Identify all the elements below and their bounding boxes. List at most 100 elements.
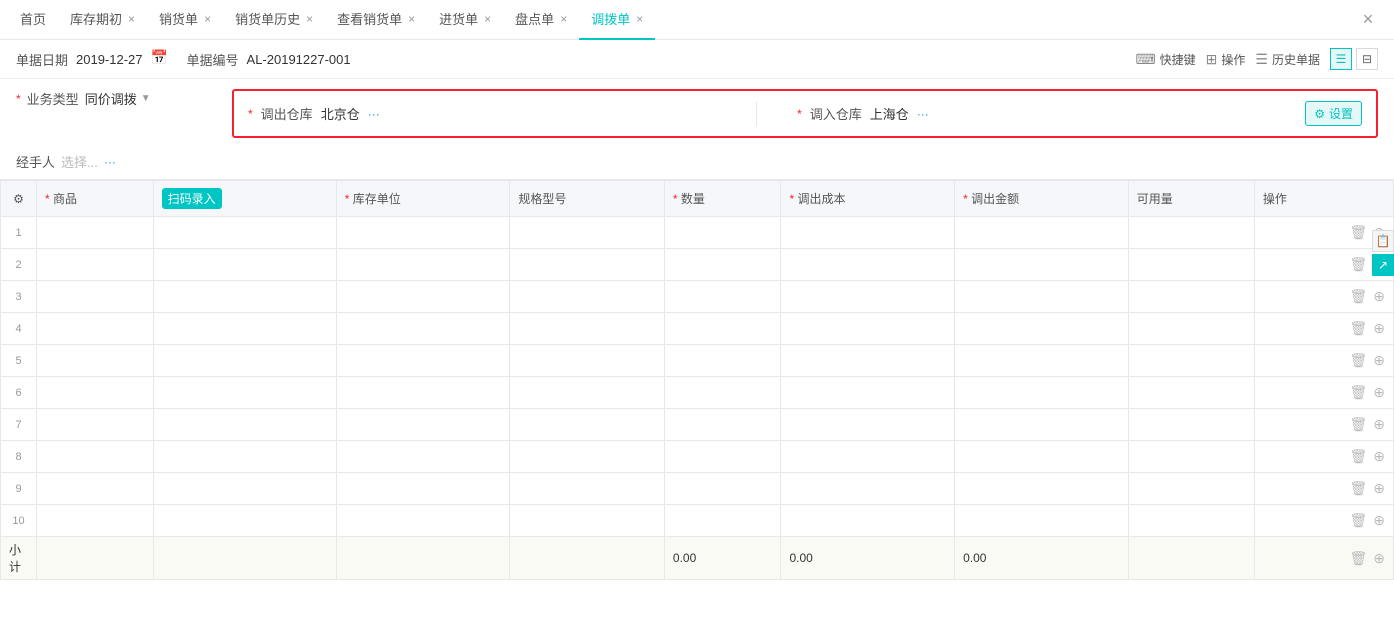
delete-row-icon[interactable]: 🗑 [1349, 256, 1367, 272]
row-spec[interactable] [510, 217, 665, 249]
expand-button[interactable]: ↗ [1372, 254, 1394, 276]
operations-button[interactable]: ⊞ 操作 [1206, 51, 1246, 68]
row-transfer-amount[interactable] [955, 249, 1129, 281]
scan-button[interactable]: 扫码录入 [162, 188, 222, 209]
tab-transfer[interactable]: 调拨单 × [579, 0, 655, 40]
row-quantity[interactable] [664, 473, 781, 505]
row-stock-unit[interactable] [336, 281, 510, 313]
row-spec[interactable] [510, 441, 665, 473]
in-warehouse-more[interactable]: ··· [917, 107, 929, 121]
row-product[interactable] [37, 409, 154, 441]
row-spec[interactable] [510, 345, 665, 377]
delete-row-icon[interactable]: 🗑 [1349, 512, 1367, 528]
row-transfer-cost[interactable] [781, 281, 955, 313]
row-transfer-amount[interactable] [955, 409, 1129, 441]
history-button[interactable]: ☰ 历史单据 [1255, 51, 1320, 68]
tab-inventory-init[interactable]: 库存期初 × [58, 0, 147, 40]
copy-row-icon[interactable]: ⊕ [1373, 480, 1385, 496]
row-transfer-amount[interactable] [955, 505, 1129, 537]
row-spec[interactable] [510, 377, 665, 409]
delete-row-icon[interactable]: 🗑 [1349, 224, 1367, 240]
setting-button[interactable]: ⚙ 设置 [1305, 101, 1362, 126]
row-transfer-amount[interactable] [955, 313, 1129, 345]
row-transfer-amount[interactable] [955, 281, 1129, 313]
row-stock-unit[interactable] [336, 249, 510, 281]
row-spec[interactable] [510, 505, 665, 537]
tab-sales-history[interactable]: 销货单历史 × [223, 0, 325, 40]
tab-sales-order[interactable]: 销货单 × [147, 0, 223, 40]
person-select[interactable]: 选择... [61, 152, 98, 171]
row-quantity[interactable] [664, 217, 781, 249]
row-stock-unit[interactable] [336, 345, 510, 377]
row-spec[interactable] [510, 473, 665, 505]
row-product[interactable] [37, 377, 154, 409]
tab-view-sales-close[interactable]: × [408, 12, 415, 26]
row-product[interactable] [37, 249, 154, 281]
row-spec[interactable] [510, 409, 665, 441]
row-stock-unit[interactable] [336, 217, 510, 249]
row-transfer-cost[interactable] [781, 473, 955, 505]
tab-stocktake-close[interactable]: × [560, 12, 567, 26]
delete-row-icon[interactable]: 🗑 [1349, 288, 1367, 304]
row-stock-unit[interactable] [336, 441, 510, 473]
row-quantity[interactable] [664, 409, 781, 441]
row-quantity[interactable] [664, 249, 781, 281]
business-type-select[interactable]: 同价调拨 ▼ [85, 89, 151, 108]
copy-row-icon[interactable]: ⊕ [1373, 416, 1385, 432]
row-quantity[interactable] [664, 281, 781, 313]
row-transfer-amount[interactable] [955, 441, 1129, 473]
shortcuts-button[interactable]: ⌨ 快捷键 [1135, 51, 1195, 68]
row-product[interactable] [37, 217, 154, 249]
tab-inventory-init-close[interactable]: × [128, 12, 135, 26]
row-stock-unit[interactable] [336, 505, 510, 537]
row-transfer-amount[interactable] [955, 473, 1129, 505]
copy-row-icon[interactable]: ⊕ [1373, 384, 1385, 400]
delete-row-icon[interactable]: 🗑 [1349, 416, 1367, 432]
row-spec[interactable] [510, 281, 665, 313]
row-product[interactable] [37, 281, 154, 313]
copy-row-icon[interactable]: ⊕ [1373, 448, 1385, 464]
tab-purchase-order-close[interactable]: × [484, 12, 491, 26]
row-stock-unit[interactable] [336, 313, 510, 345]
row-transfer-cost[interactable] [781, 313, 955, 345]
col-settings[interactable]: ⚙ [1, 181, 37, 217]
tab-sales-order-close[interactable]: × [204, 12, 211, 26]
delete-row-icon[interactable]: 🗑 [1349, 384, 1367, 400]
copy-icon[interactable]: ⊕ [1373, 550, 1385, 566]
row-transfer-cost[interactable] [781, 441, 955, 473]
row-stock-unit[interactable] [336, 473, 510, 505]
delete-row-icon[interactable]: 🗑 [1349, 320, 1367, 336]
row-quantity[interactable] [664, 313, 781, 345]
tab-view-sales[interactable]: 查看销货单 × [325, 0, 427, 40]
row-stock-unit[interactable] [336, 409, 510, 441]
row-quantity[interactable] [664, 345, 781, 377]
row-quantity[interactable] [664, 505, 781, 537]
delete-row-icon[interactable]: 🗑 [1349, 480, 1367, 496]
copy-row-icon[interactable]: ⊕ [1373, 320, 1385, 336]
row-transfer-amount[interactable] [955, 345, 1129, 377]
row-stock-unit[interactable] [336, 377, 510, 409]
row-product[interactable] [37, 505, 154, 537]
row-quantity[interactable] [664, 377, 781, 409]
row-product[interactable] [37, 313, 154, 345]
settings-gear-icon[interactable]: ⚙ [13, 192, 24, 206]
delete-row-icon[interactable]: 🗑 [1349, 352, 1367, 368]
row-transfer-cost[interactable] [781, 377, 955, 409]
tab-home[interactable]: 首页 [8, 0, 58, 40]
row-transfer-cost[interactable] [781, 249, 955, 281]
person-more[interactable]: ··· [104, 155, 116, 169]
calendar-icon[interactable]: 📅 [151, 49, 171, 69]
list-view-button[interactable]: ☰ [1330, 48, 1352, 70]
delete-row-icon[interactable]: 🗑 [1349, 448, 1367, 464]
row-spec[interactable] [510, 313, 665, 345]
out-warehouse-more[interactable]: ··· [368, 107, 380, 121]
tab-transfer-close[interactable]: × [636, 12, 643, 26]
row-quantity[interactable] [664, 441, 781, 473]
row-product[interactable] [37, 441, 154, 473]
row-transfer-amount[interactable] [955, 217, 1129, 249]
row-product[interactable] [37, 345, 154, 377]
row-transfer-amount[interactable] [955, 377, 1129, 409]
note-button[interactable]: 📋 [1372, 230, 1394, 252]
row-transfer-cost[interactable] [781, 409, 955, 441]
copy-row-icon[interactable]: ⊕ [1373, 512, 1385, 528]
